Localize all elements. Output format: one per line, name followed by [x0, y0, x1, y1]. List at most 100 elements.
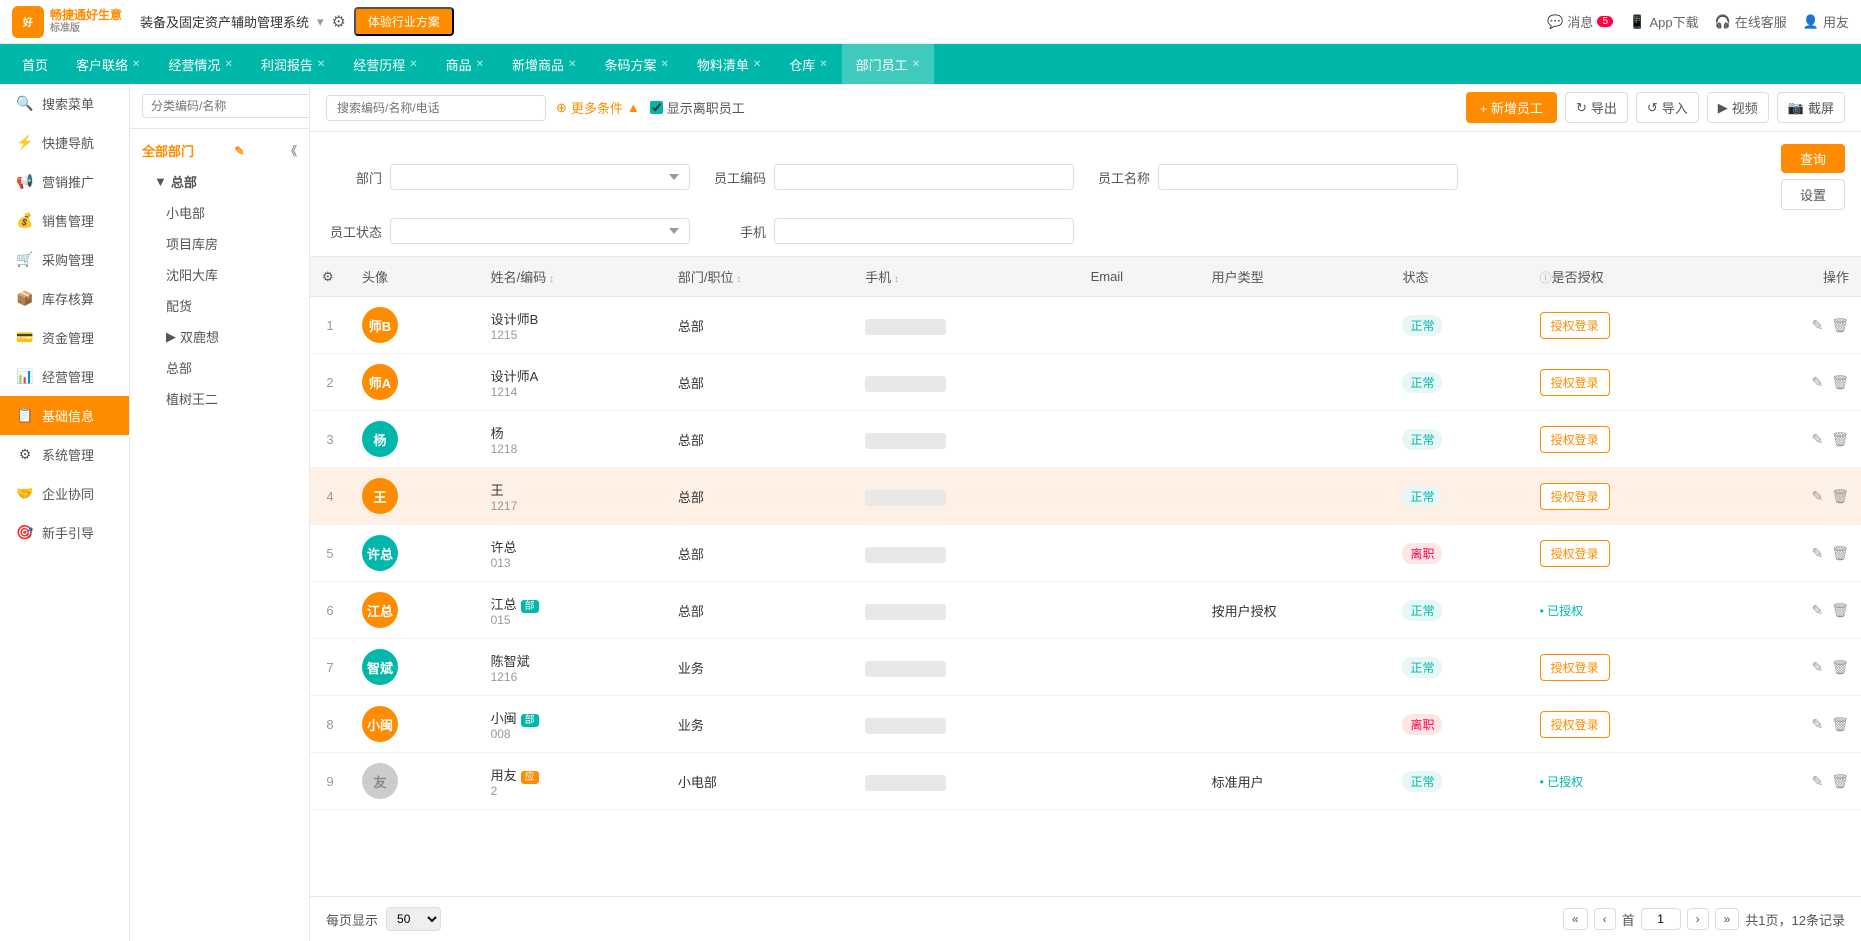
settings-col-icon[interactable]: ⚙ [322, 269, 334, 284]
auth-btn[interactable]: 授权登录 [1540, 540, 1610, 567]
delete-icon[interactable]: 🗑 [1831, 431, 1849, 448]
sidebar-item-经营管理[interactable]: 📊 经营管理 [0, 357, 129, 396]
nav-tab-close[interactable]: ✕ [224, 59, 232, 70]
nav-tab-商品[interactable]: 商品✕ [432, 44, 498, 84]
trial-btn[interactable]: 体验行业方案 [354, 7, 454, 36]
user-btn[interactable]: 👤 用友 [1803, 12, 1849, 31]
edit-icon[interactable]: ✎ [1811, 488, 1823, 505]
dept-edit-icon[interactable]: ✎ [234, 144, 244, 158]
auth-btn[interactable]: 授权登录 [1540, 711, 1610, 738]
dept-item-xianmu[interactable]: 项目库房 [130, 228, 309, 259]
delete-icon[interactable]: 🗑 [1831, 659, 1849, 676]
dept-select[interactable] [390, 164, 690, 190]
auth-btn[interactable]: 授权登录 [1540, 369, 1610, 396]
col-phone-sort[interactable]: 手机 [865, 270, 899, 285]
collapse-btn[interactable]: 《 [285, 142, 297, 159]
auth-btn[interactable]: 授权登录 [1540, 426, 1610, 453]
sidebar-item-搜索菜单[interactable]: 🔍 搜索菜单 [0, 84, 129, 123]
sidebar-item-系统管理[interactable]: ⚙ 系统管理 [0, 435, 129, 474]
auth-btn[interactable]: 授权登录 [1540, 483, 1610, 510]
nav-tab-close[interactable]: ✕ [476, 59, 484, 70]
prev-page-btn[interactable]: ‹ [1594, 908, 1616, 930]
nav-tab-首页[interactable]: 首页 [8, 44, 62, 84]
nav-tab-新增商品[interactable]: 新增商品✕ [498, 44, 590, 84]
edit-icon[interactable]: ✎ [1811, 602, 1823, 619]
page-input[interactable] [1641, 908, 1681, 930]
nav-tab-客户联络[interactable]: 客户联络✕ [62, 44, 154, 84]
emp-code-input[interactable] [774, 164, 1074, 190]
dept-item-zhishu[interactable]: 植树王二 [130, 383, 309, 414]
view-btn[interactable]: ▶ 视频 [1707, 92, 1769, 123]
show-former-checkbox[interactable] [650, 101, 663, 114]
nav-tab-close[interactable]: ✕ [753, 59, 761, 70]
delete-icon[interactable]: 🗑 [1831, 374, 1849, 391]
nav-tab-close[interactable]: ✕ [132, 59, 140, 70]
sidebar-item-资金管理[interactable]: 💳 资金管理 [0, 318, 129, 357]
edit-icon[interactable]: ✎ [1811, 374, 1823, 391]
edit-icon[interactable]: ✎ [1811, 773, 1823, 790]
query-btn[interactable]: 查询 [1781, 144, 1845, 173]
online-service-btn[interactable]: 🎧 在线客服 [1715, 12, 1787, 31]
edit-icon[interactable]: ✎ [1811, 716, 1823, 733]
dept-all[interactable]: 全部部门 ✎ 《 [130, 135, 309, 166]
nav-tab-利润报告[interactable]: 利润报告✕ [247, 44, 339, 84]
delete-icon[interactable]: 🗑 [1831, 602, 1849, 619]
auth-btn[interactable]: 授权登录 [1540, 312, 1610, 339]
delete-icon[interactable]: 🗑 [1831, 317, 1849, 334]
nav-tab-close[interactable]: ✕ [317, 59, 325, 70]
emp-status-select[interactable] [390, 218, 690, 244]
first-page-btn[interactable]: « [1563, 908, 1588, 930]
dept-item-shuanglu[interactable]: ▶ 双鹿想 [130, 321, 309, 352]
nav-tab-物料清单[interactable]: 物料清单✕ [683, 44, 775, 84]
sidebar-item-采购管理[interactable]: 🛒 采购管理 [0, 240, 129, 279]
delete-icon[interactable]: 🗑 [1831, 716, 1849, 733]
dept-item-shenyang[interactable]: 沈阳大库 [130, 259, 309, 290]
nav-tab-经营历程[interactable]: 经营历程✕ [339, 44, 431, 84]
sidebar-item-企业协同[interactable]: 🤝 企业协同 [0, 474, 129, 513]
nav-tab-close[interactable]: ✕ [568, 59, 576, 70]
sidebar-item-新手引导[interactable]: 🎯 新手引导 [0, 513, 129, 552]
per-page-select[interactable]: 50 100 200 [386, 907, 441, 931]
last-page-btn[interactable]: » [1715, 908, 1740, 930]
col-name-sort[interactable]: 姓名/编码 [491, 270, 554, 285]
sidebar-item-快捷导航[interactable]: ⚡ 快捷导航 [0, 123, 129, 162]
nav-tab-close[interactable]: ✕ [660, 59, 668, 70]
msg-btn[interactable]: 💬 消息 5 [1547, 12, 1613, 31]
search-input[interactable] [326, 95, 546, 121]
edit-icon[interactable]: ✎ [1811, 545, 1823, 562]
import-btn[interactable]: ↺ 导入 [1636, 92, 1699, 123]
reset-btn[interactable]: 设置 [1781, 179, 1845, 210]
nav-tab-close[interactable]: ✕ [819, 59, 827, 70]
dept-item-xiaodian[interactable]: 小电部 [130, 197, 309, 228]
edit-icon[interactable]: ✎ [1811, 317, 1823, 334]
nav-tab-条码方案[interactable]: 条码方案✕ [590, 44, 682, 84]
help-btn[interactable]: 📷 截屏 [1777, 92, 1845, 123]
filter-more-btn[interactable]: ⊕ 更多条件 ▲ [556, 98, 640, 117]
nav-tab-close[interactable]: ✕ [912, 59, 920, 70]
dept-item-zongbu[interactable]: 总部 [130, 352, 309, 383]
sidebar-item-营销推广[interactable]: 📢 营销推广 [0, 162, 129, 201]
delete-icon[interactable]: 🗑 [1831, 545, 1849, 562]
settings-icon[interactable]: ⚙ [332, 12, 346, 32]
dropdown-arrow[interactable]: ▾ [317, 14, 324, 30]
dept-search-input[interactable] [142, 94, 310, 118]
delete-icon[interactable]: 🗑 [1831, 488, 1849, 505]
edit-icon[interactable]: ✎ [1811, 659, 1823, 676]
nav-tab-close[interactable]: ✕ [409, 59, 417, 70]
dept-item-zongbu-parent[interactable]: ▼ 总部 [130, 166, 309, 197]
export-btn[interactable]: ↻ 导出 [1565, 92, 1628, 123]
edit-icon[interactable]: ✎ [1811, 431, 1823, 448]
auth-btn[interactable]: 授权登录 [1540, 654, 1610, 681]
add-employee-btn[interactable]: + 新增员工 [1466, 92, 1557, 123]
col-dept-sort[interactable]: 部门/职位 [678, 270, 741, 285]
emp-name-input[interactable] [1158, 164, 1458, 190]
nav-tab-经营情况[interactable]: 经营情况✕ [154, 44, 246, 84]
next-page-btn[interactable]: › [1687, 908, 1709, 930]
delete-icon[interactable]: 🗑 [1831, 773, 1849, 790]
nav-tab-部门员工[interactable]: 部门员工✕ [842, 44, 934, 84]
nav-tab-仓库[interactable]: 仓库✕ [775, 44, 841, 84]
app-download-btn[interactable]: 📱 App下载 [1629, 12, 1698, 31]
sidebar-item-基础信息[interactable]: 📋 基础信息 [0, 396, 129, 435]
phone-input[interactable] [774, 218, 1074, 244]
sidebar-item-销售管理[interactable]: 💰 销售管理 [0, 201, 129, 240]
